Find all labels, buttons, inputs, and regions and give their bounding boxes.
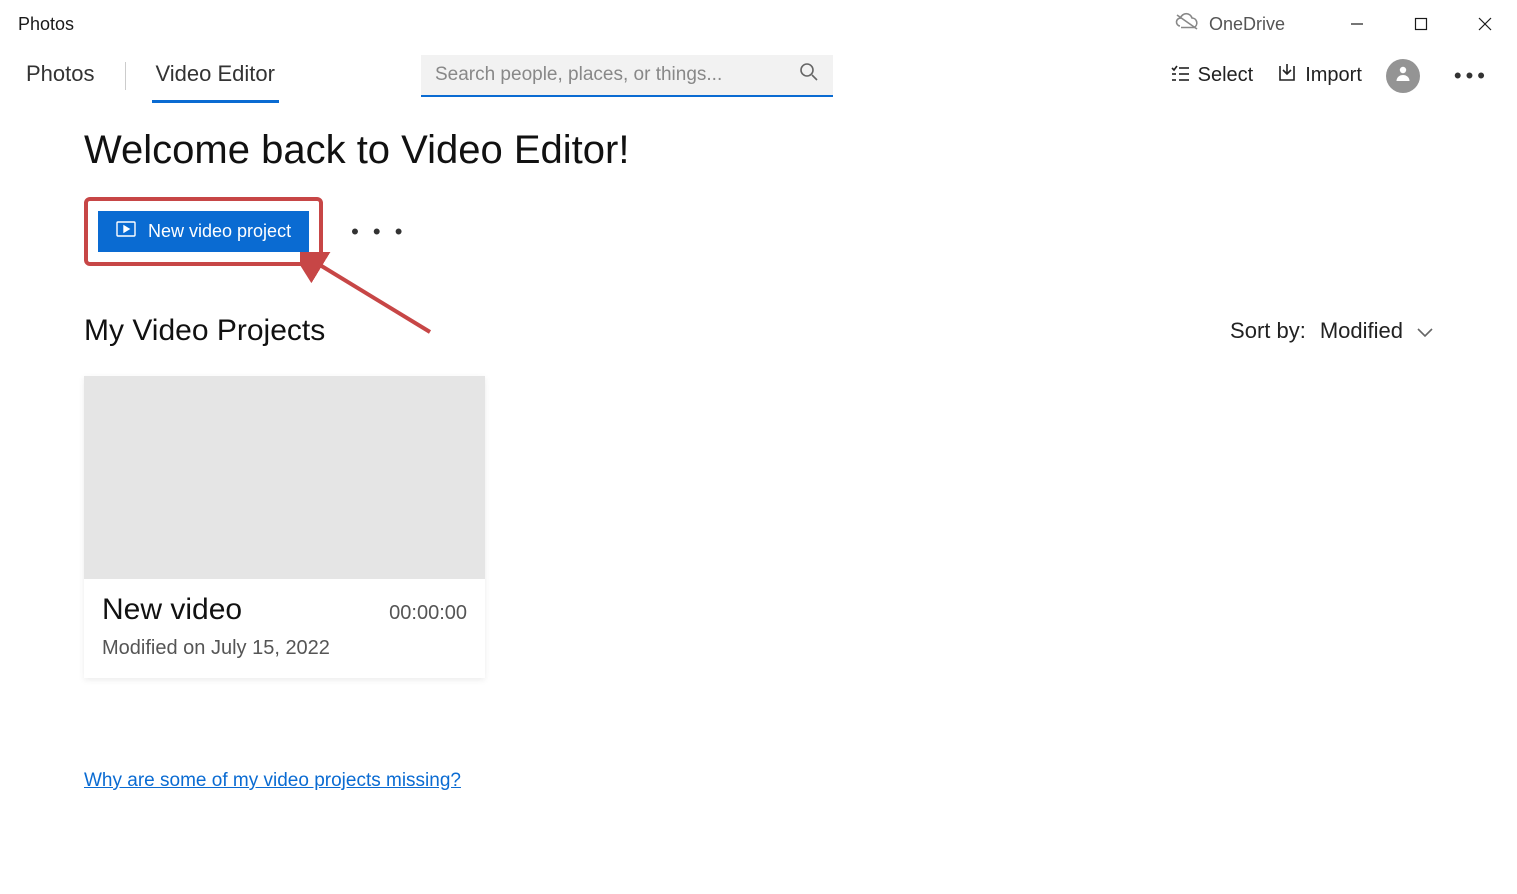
title-bar: Photos OneDrive	[0, 0, 1517, 48]
select-button[interactable]: Select	[1170, 63, 1254, 89]
project-info: New video 00:00:00 Modified on July 15, …	[84, 579, 485, 678]
minimize-button[interactable]	[1325, 0, 1389, 48]
ellipsis-icon: • • •	[351, 219, 406, 244]
top-bar: Photos Video Editor Select Import	[0, 48, 1517, 104]
project-more-button[interactable]: • • •	[341, 213, 416, 251]
new-project-row: New video project • • •	[84, 197, 1433, 266]
tab-divider	[125, 62, 126, 90]
import-button[interactable]: Import	[1277, 63, 1362, 89]
project-title: New video	[102, 593, 242, 627]
welcome-heading: Welcome back to Video Editor!	[84, 128, 1433, 173]
new-video-project-button[interactable]: New video project	[98, 211, 309, 252]
main-tabs: Photos Video Editor	[18, 51, 283, 101]
user-avatar[interactable]	[1386, 59, 1420, 93]
ellipsis-icon: •••	[1454, 63, 1489, 88]
video-project-icon	[116, 221, 136, 242]
onedrive-status[interactable]: OneDrive	[1175, 12, 1285, 37]
close-button[interactable]	[1453, 0, 1517, 48]
annotation-highlight: New video project	[84, 197, 323, 266]
import-label: Import	[1305, 64, 1362, 87]
onedrive-label: OneDrive	[1209, 14, 1285, 35]
missing-projects-help-link[interactable]: Why are some of my video projects missin…	[84, 770, 461, 792]
project-duration: 00:00:00	[389, 602, 467, 625]
project-modified: Modified on July 15, 2022	[102, 637, 467, 660]
maximize-button[interactable]	[1389, 0, 1453, 48]
chevron-down-icon	[1417, 318, 1433, 344]
title-bar-right: OneDrive	[1175, 0, 1517, 48]
new-button-label: New video project	[148, 221, 291, 242]
cloud-off-icon	[1175, 12, 1199, 37]
project-title-row: New video 00:00:00	[102, 593, 467, 627]
checklist-icon	[1170, 63, 1190, 89]
sort-dropdown[interactable]: Sort by: Modified	[1230, 318, 1433, 344]
import-icon	[1277, 63, 1297, 89]
content-area: Welcome back to Video Editor! New video …	[0, 104, 1517, 792]
more-button[interactable]: •••	[1444, 57, 1499, 95]
annotation-arrow-icon	[300, 252, 440, 342]
tab-video-editor[interactable]: Video Editor	[148, 51, 283, 101]
sort-value: Modified	[1320, 318, 1403, 344]
tab-photos[interactable]: Photos	[18, 51, 103, 101]
select-label: Select	[1198, 64, 1254, 87]
project-card[interactable]: New video 00:00:00 Modified on July 15, …	[84, 376, 485, 678]
search-input[interactable]	[435, 64, 789, 86]
window-title: Photos	[18, 14, 74, 35]
section-title: My Video Projects	[84, 314, 325, 348]
search-box[interactable]	[421, 55, 833, 97]
search-icon	[799, 62, 819, 87]
person-icon	[1394, 64, 1412, 87]
top-right-actions: Select Import •••	[1170, 57, 1499, 95]
sort-label: Sort by:	[1230, 318, 1306, 344]
project-thumbnail	[84, 376, 485, 579]
search-wrap	[421, 55, 833, 97]
projects-section-header: My Video Projects Sort by: Modified	[84, 314, 1433, 348]
